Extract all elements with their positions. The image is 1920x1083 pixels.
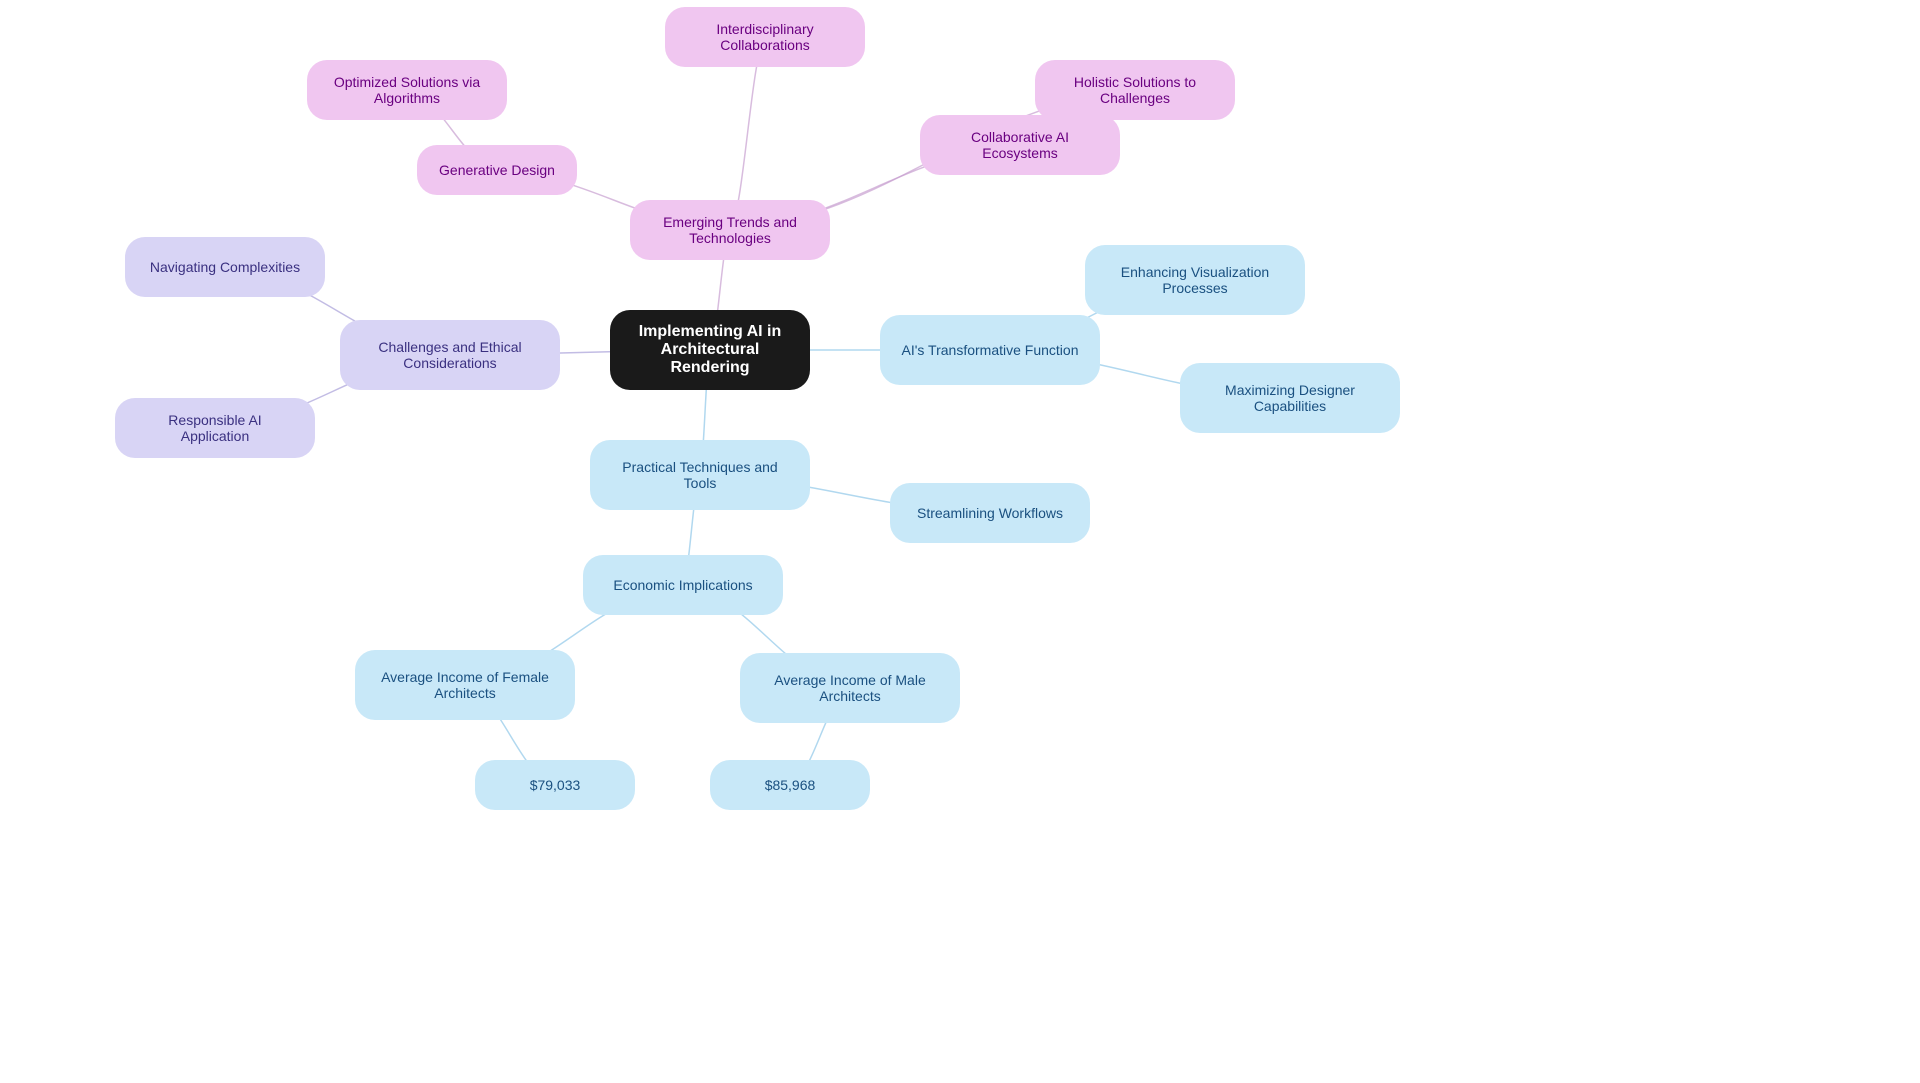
economic-label: Economic Implications (613, 577, 752, 593)
collaborative-ai-node[interactable]: Collaborative AI Ecosystems (920, 115, 1120, 175)
maximizing-label: Maximizing Designer Capabilities (1225, 382, 1355, 414)
holistic-label: Holistic Solutions to Challenges (1074, 74, 1196, 106)
generative-design-node[interactable]: Generative Design (417, 145, 577, 195)
ai-transformative-node[interactable]: AI's Transformative Function (880, 315, 1100, 385)
collaborative-ai-label: Collaborative AI Ecosystems (938, 129, 1102, 161)
streamlining-label: Streamlining Workflows (917, 505, 1063, 521)
female-value-label: $79,033 (530, 777, 581, 793)
emerging-trends-node[interactable]: Emerging Trends and Technologies (630, 200, 830, 260)
navigating-node[interactable]: Navigating Complexities (125, 237, 325, 297)
challenges-label: Challenges and Ethical Considerations (378, 339, 521, 371)
ai-transformative-label: AI's Transformative Function (902, 342, 1079, 358)
female-income-node[interactable]: Average Income of Female Architects (355, 650, 575, 720)
center-node[interactable]: Implementing AI in Architectural Renderi… (610, 310, 810, 390)
interdisciplinary-node[interactable]: Interdisciplinary Collaborations (665, 7, 865, 67)
center-label: Implementing AI in Architectural Renderi… (628, 323, 792, 377)
female-value-node[interactable]: $79,033 (475, 760, 635, 810)
maximizing-node[interactable]: Maximizing Designer Capabilities (1180, 363, 1400, 433)
practical-tools-node[interactable]: Practical Techniques and Tools (590, 440, 810, 510)
responsible-ai-node[interactable]: Responsible AI Application (115, 398, 315, 458)
economic-node[interactable]: Economic Implications (583, 555, 783, 615)
optimized-solutions-node[interactable]: Optimized Solutions via Algorithms (307, 60, 507, 120)
optimized-solutions-label: Optimized Solutions via Algorithms (334, 74, 480, 106)
streamlining-node[interactable]: Streamlining Workflows (890, 483, 1090, 543)
female-income-label: Average Income of Female Architects (381, 669, 549, 701)
responsible-ai-label: Responsible AI Application (133, 412, 297, 444)
practical-tools-label: Practical Techniques and Tools (608, 459, 792, 491)
enhancing-viz-node[interactable]: Enhancing Visualization Processes (1085, 245, 1305, 315)
holistic-node[interactable]: Holistic Solutions to Challenges (1035, 60, 1235, 120)
mind-map: Implementing AI in Architectural Renderi… (0, 0, 1920, 1083)
male-income-label: Average Income of Male Architects (774, 672, 926, 704)
enhancing-viz-label: Enhancing Visualization Processes (1121, 264, 1269, 296)
male-value-node[interactable]: $85,968 (710, 760, 870, 810)
navigating-label: Navigating Complexities (150, 259, 300, 275)
generative-design-label: Generative Design (439, 162, 555, 178)
interdisciplinary-label: Interdisciplinary Collaborations (683, 21, 847, 53)
male-value-label: $85,968 (765, 777, 816, 793)
male-income-node[interactable]: Average Income of Male Architects (740, 653, 960, 723)
emerging-trends-label: Emerging Trends and Technologies (663, 214, 797, 246)
challenges-node[interactable]: Challenges and Ethical Considerations (340, 320, 560, 390)
